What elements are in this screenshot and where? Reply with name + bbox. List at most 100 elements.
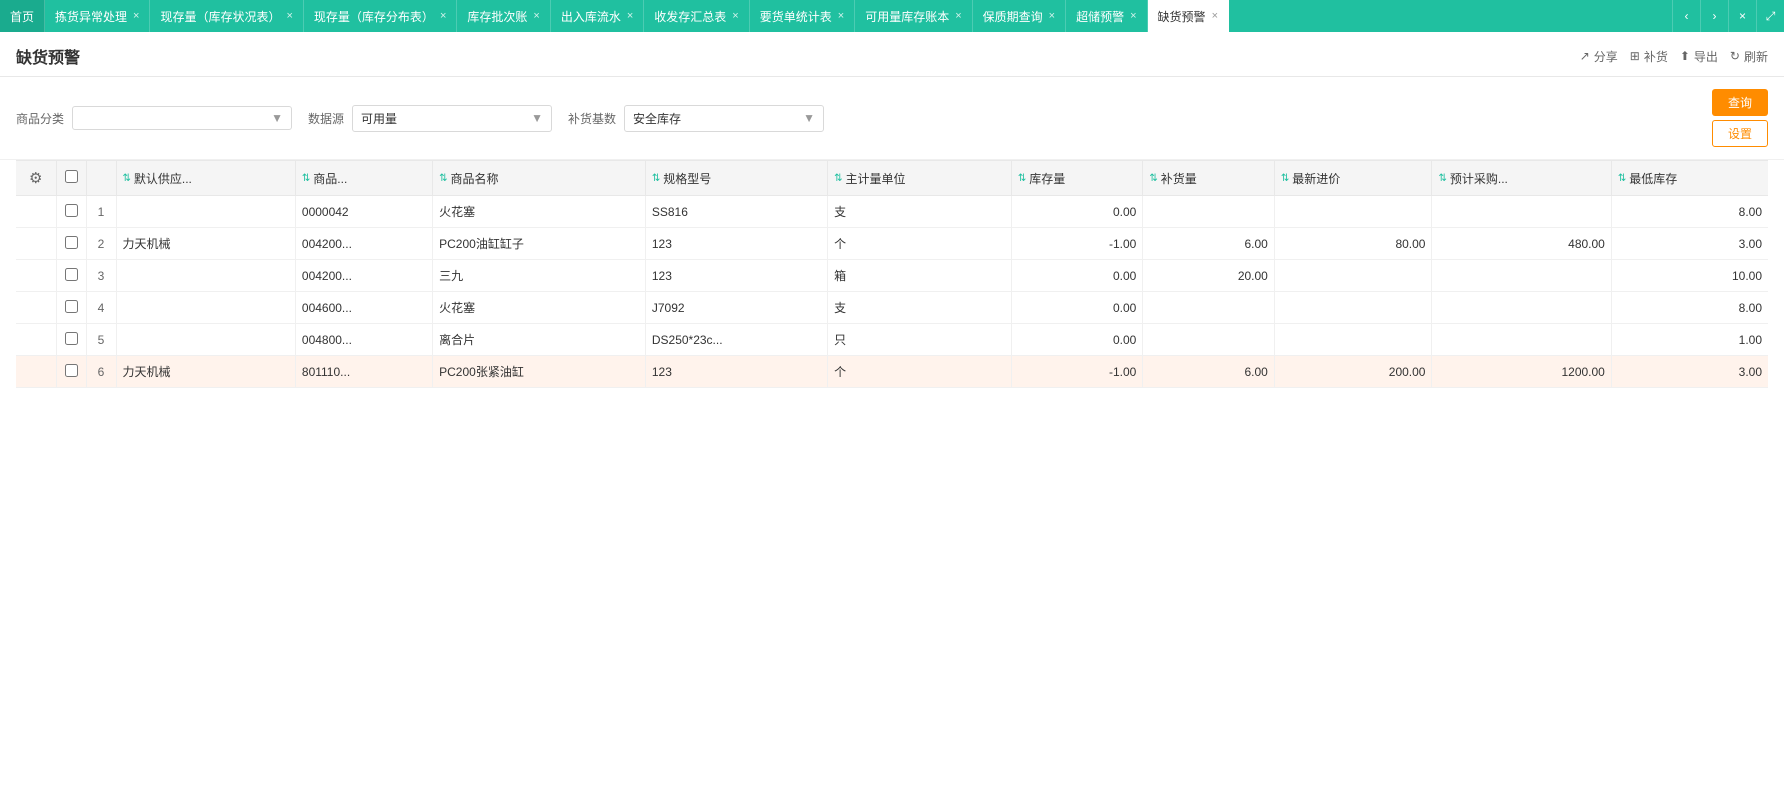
column-unit[interactable]: ⇅ 主计量单位	[828, 161, 1012, 196]
cell-checkbox[interactable]	[56, 260, 86, 292]
query-button[interactable]: 查询	[1712, 89, 1768, 116]
column-latest-price[interactable]: ⇅ 最新进价	[1274, 161, 1432, 196]
cell-stock-qty: -1.00	[1011, 356, 1143, 388]
cell-checkbox[interactable]	[56, 292, 86, 324]
row-checkbox-1[interactable]	[65, 204, 78, 217]
table-row[interactable]: 5004800...离合片DS250*23c...只0.001.00	[16, 324, 1768, 356]
tab-close-button[interactable]: ×	[1728, 0, 1756, 32]
category-select-arrow-icon: ▼	[271, 111, 283, 125]
cell-goods-name: 三九	[433, 260, 646, 292]
tab-close-avail-ledger[interactable]: ×	[955, 10, 961, 22]
tab-close-inventory-status[interactable]: ×	[286, 10, 292, 22]
replenish-button[interactable]: ⊞ 补货	[1630, 48, 1668, 65]
sort-minstock-icon: ⇅	[1618, 173, 1626, 184]
tab-home[interactable]: 首页	[0, 0, 45, 32]
table-row[interactable]: 3004200...三九123箱0.0020.0010.00	[16, 260, 1768, 292]
cell-unit: 个	[828, 228, 1012, 260]
row-checkbox-2[interactable]	[65, 236, 78, 249]
tab-next-button[interactable]: ›	[1700, 0, 1728, 32]
cell-replenish-qty: 20.00	[1143, 260, 1275, 292]
column-min-stock[interactable]: ⇅ 最低库存	[1611, 161, 1768, 196]
cell-goods-code: 801110...	[295, 356, 432, 388]
select-all-checkbox[interactable]	[65, 170, 78, 183]
cell-checkbox[interactable]	[56, 356, 86, 388]
settings-button[interactable]: 设置	[1712, 120, 1768, 147]
tab-shortage[interactable]: 缺货预警×	[1148, 0, 1229, 32]
cell-checkbox[interactable]	[56, 228, 86, 260]
cell-settings	[16, 260, 56, 292]
cell-goods-code: 004200...	[295, 260, 432, 292]
category-select[interactable]: ▼	[72, 106, 292, 130]
cell-goods-name: PC200张紧油缸	[433, 356, 646, 388]
tab-close-shortage[interactable]: ×	[1212, 10, 1218, 22]
column-checkbox-all[interactable]	[56, 161, 86, 196]
tab-nav-buttons: ‹ › × ⤢	[1672, 0, 1784, 32]
row-checkbox-4[interactable]	[65, 300, 78, 313]
tab-close-batch-account[interactable]: ×	[533, 10, 539, 22]
gear-icon[interactable]: ⚙	[29, 170, 42, 187]
tab-close-abnormal[interactable]: ×	[133, 10, 139, 22]
cell-supplier: 力天机械	[116, 356, 295, 388]
tab-avail-ledger[interactable]: 可用量库存账本×	[855, 0, 972, 32]
cell-checkbox[interactable]	[56, 196, 86, 228]
cell-num: 1	[86, 196, 116, 228]
tab-inout-flow[interactable]: 出入库流水×	[551, 0, 644, 32]
tab-label-recv-summary: 收发存汇总表	[654, 8, 726, 25]
table-row[interactable]: 4004600...火花塞J7092支0.008.00	[16, 292, 1768, 324]
page-content: 缺货预警 ↗ 分享 ⊞ 补货 ⬆ 导出 ↻ 刷新 商品分类	[0, 32, 1784, 796]
cell-supplier	[116, 324, 295, 356]
cell-est-purchase	[1432, 260, 1611, 292]
tab-close-overstock[interactable]: ×	[1130, 10, 1136, 22]
tab-close-inventory-dist[interactable]: ×	[440, 10, 446, 22]
column-goods-name[interactable]: ⇅ 商品名称	[433, 161, 646, 196]
row-checkbox-6[interactable]	[65, 364, 78, 377]
basis-select[interactable]: 安全库存 ▼	[624, 105, 824, 132]
replenish-label: 补货	[1644, 48, 1668, 65]
export-button[interactable]: ⬆ 导出	[1680, 48, 1718, 65]
share-button[interactable]: ↗ 分享	[1580, 48, 1618, 65]
datasource-select[interactable]: 可用量 ▼	[352, 105, 552, 132]
table-row[interactable]: 2力天机械004200...PC200油缸缸子123个-1.006.0080.0…	[16, 228, 1768, 260]
tab-fullscreen-button[interactable]: ⤢	[1756, 0, 1784, 32]
tab-close-expiry[interactable]: ×	[1049, 10, 1055, 22]
column-stock-qty[interactable]: ⇅ 库存量	[1011, 161, 1143, 196]
tab-overstock[interactable]: 超储预警×	[1066, 0, 1147, 32]
tab-order-stat[interactable]: 要货单统计表×	[750, 0, 855, 32]
tab-inventory-status[interactable]: 现存量（库存状况表）×	[150, 0, 303, 32]
tab-prev-button[interactable]: ‹	[1672, 0, 1700, 32]
tab-bar: 首页拣货异常处理×现存量（库存状况表）×现存量（库存分布表）×库存批次账×出入库…	[0, 0, 1784, 32]
tab-close-inout-flow[interactable]: ×	[627, 10, 633, 22]
row-checkbox-5[interactable]	[65, 332, 78, 345]
tab-recv-summary[interactable]: 收发存汇总表 ×	[644, 0, 749, 32]
row-checkbox-3[interactable]	[65, 268, 78, 281]
tab-inventory-dist[interactable]: 现存量（库存分布表）×	[304, 0, 457, 32]
tab-batch-account[interactable]: 库存批次账×	[457, 0, 550, 32]
cell-stock-qty: 0.00	[1011, 324, 1143, 356]
category-filter-group: 商品分类 ▼	[16, 106, 292, 130]
tab-close-recv-summary[interactable]: ×	[732, 10, 738, 22]
cell-min-stock: 8.00	[1611, 196, 1768, 228]
cell-replenish-qty	[1143, 196, 1275, 228]
refresh-button[interactable]: ↻ 刷新	[1730, 48, 1768, 65]
cell-checkbox[interactable]	[56, 324, 86, 356]
table-row[interactable]: 10000042火花塞SS816支0.008.00	[16, 196, 1768, 228]
cell-replenish-qty	[1143, 292, 1275, 324]
column-default-supplier[interactable]: ⇅ 默认供应...	[116, 161, 295, 196]
column-settings[interactable]: ⚙	[16, 161, 56, 196]
cell-spec: 123	[645, 260, 827, 292]
filter-bar: 商品分类 ▼ 数据源 可用量 ▼ 补货基数 安全库存 ▼ 查询 设置	[0, 77, 1784, 160]
column-replenish-qty[interactable]: ⇅ 补货量	[1143, 161, 1275, 196]
tab-abnormal[interactable]: 拣货异常处理×	[45, 0, 150, 32]
tab-expiry[interactable]: 保质期查询×	[973, 0, 1066, 32]
column-est-purchase[interactable]: ⇅ 预计采购...	[1432, 161, 1611, 196]
sort-supplier-icon: ⇅	[123, 173, 131, 184]
tab-close-order-stat[interactable]: ×	[838, 10, 844, 22]
basis-filter-group: 补货基数 安全库存 ▼	[568, 105, 824, 132]
share-icon: ↗	[1580, 49, 1590, 63]
cell-replenish-qty: 6.00	[1143, 228, 1275, 260]
column-spec[interactable]: ⇅ 规格型号	[645, 161, 827, 196]
replenish-icon: ⊞	[1630, 49, 1640, 63]
table-row[interactable]: 6力天机械801110...PC200张紧油缸123个-1.006.00200.…	[16, 356, 1768, 388]
datasource-filter-group: 数据源 可用量 ▼	[308, 105, 552, 132]
column-goods-code[interactable]: ⇅ 商品...	[295, 161, 432, 196]
